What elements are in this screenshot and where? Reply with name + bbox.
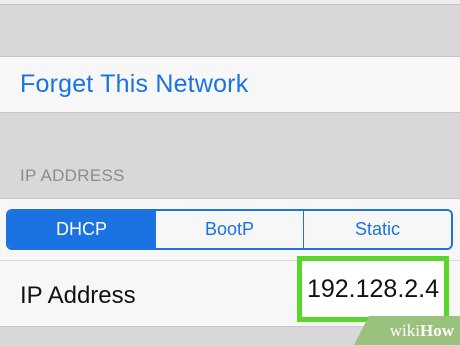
segment-static[interactable]: Static [304,211,451,248]
forget-network-row[interactable]: Forget This Network [0,56,460,113]
ip-address-section-header: IP ADDRESS [20,166,125,185]
segment-bootp[interactable]: BootP [156,211,304,248]
watermark-prefix: wiki [389,321,420,340]
ip-mode-segmented-control[interactable]: DHCP BootP Static [6,209,453,250]
watermark-suffix: How [420,321,454,340]
ip-address-value: 192.128.2.4 [306,274,440,303]
ip-address-label: IP Address [20,282,136,309]
group-spacer [0,5,460,56]
ip-address-value-highlight: 192.128.2.4 [297,256,449,322]
forget-network-link[interactable]: Forget This Network [20,70,248,99]
segmented-control-row: DHCP BootP Static [0,198,460,260]
segment-dhcp[interactable]: DHCP [8,211,156,248]
wikihow-watermark: wikiHow [390,321,454,341]
